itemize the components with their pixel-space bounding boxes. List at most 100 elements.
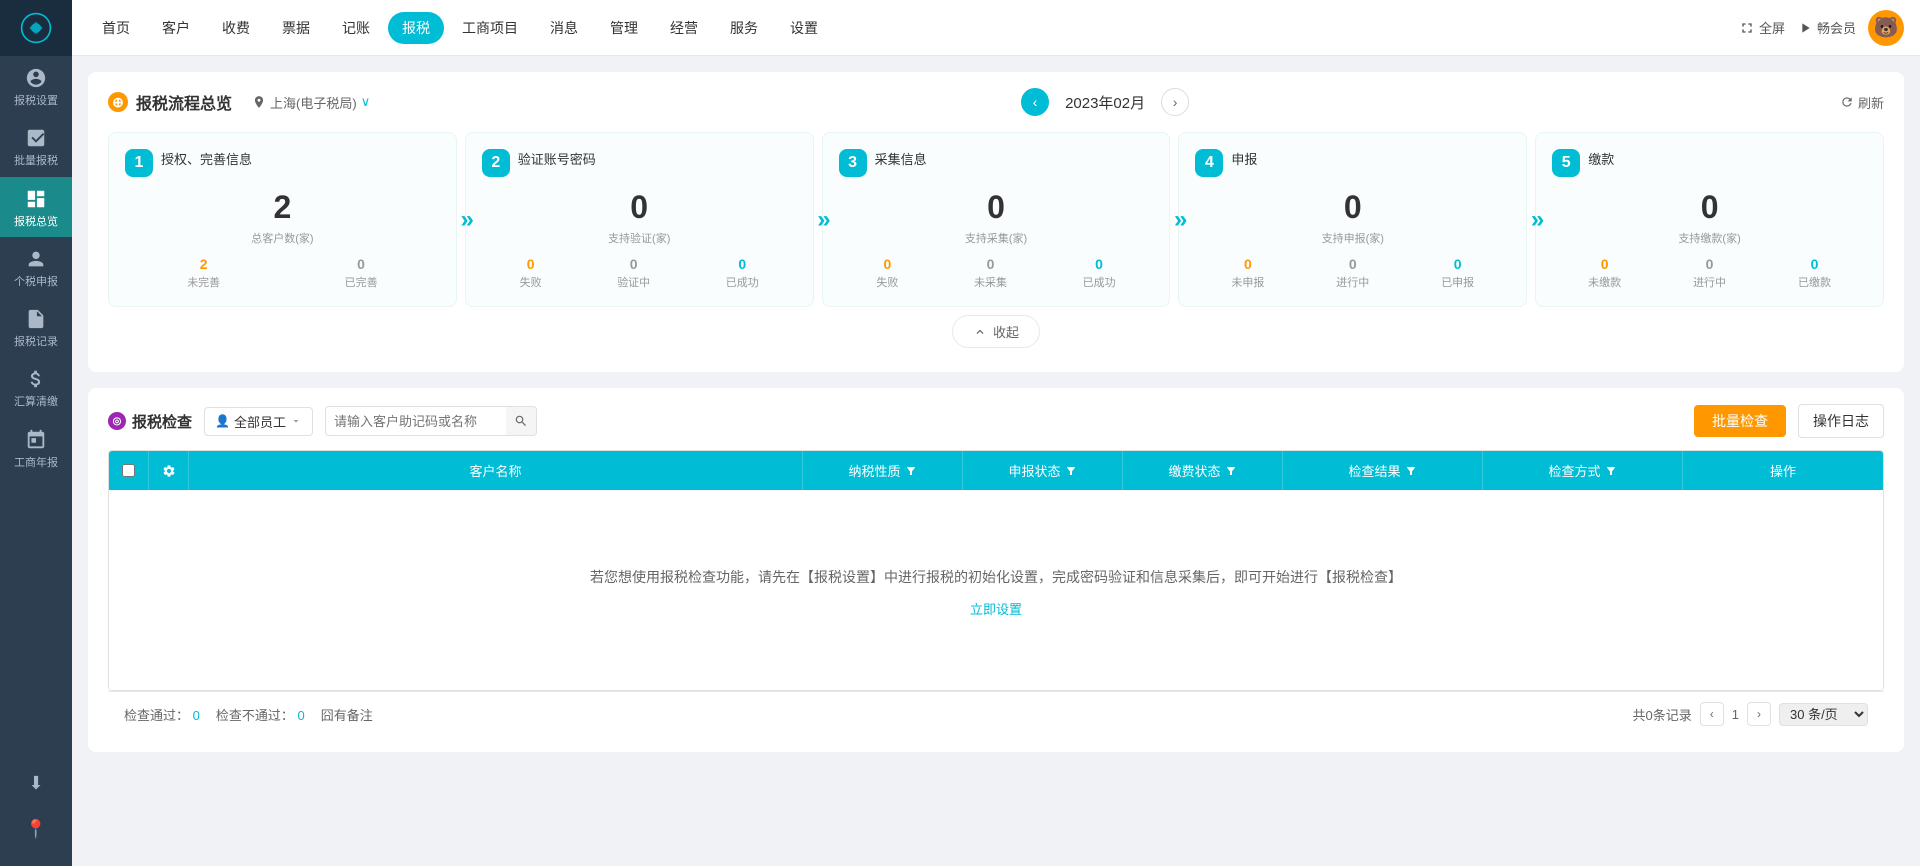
step-num-1: 1 xyxy=(125,149,153,177)
batch-tax-icon xyxy=(24,126,48,150)
step-stat: 0 已缴款 xyxy=(1798,256,1831,290)
first-page-btn[interactable]: ‹ xyxy=(1700,702,1724,726)
step-label-4: 申报 xyxy=(1231,149,1257,168)
step-arrow-1: » xyxy=(460,206,473,234)
flow-step-2: 2 验证账号密码 0 支持验证(家) 0 失败 0 验证中 xyxy=(465,132,814,307)
nav-shezhi[interactable]: 设置 xyxy=(776,12,832,44)
page-size-select[interactable]: 30 条/页 50 条/页 100 条/页 xyxy=(1779,703,1868,726)
step-stats-1: 2 未完善 0 已完善 xyxy=(125,256,440,290)
fail-label: 检查不通过： 0 xyxy=(216,705,305,724)
refresh-btn[interactable]: 刷新 xyxy=(1840,93,1884,112)
step-main-num-3: 0 xyxy=(839,189,1154,226)
nav-kehu[interactable]: 客户 xyxy=(148,12,204,44)
next-page-btn[interactable]: › xyxy=(1747,702,1771,726)
sidebar-bottom: ⬇ 📍 xyxy=(0,762,72,866)
select-all-checkbox[interactable] xyxy=(122,464,135,477)
flow-step-4: 4 申报 0 支持申报(家) 0 未申报 0 进行中 xyxy=(1178,132,1527,307)
nav-items: 首页 客户 收费 票据 记账 报税 工商项目 消息 管理 经营 服务 设置 xyxy=(88,12,1739,44)
sidebar-label: 报税总览 xyxy=(14,215,58,229)
step-stat: 2 未完善 xyxy=(187,256,220,290)
table-body-empty: 若您想使用报税检查功能，请先在【报税设置】中进行报税的初始化设置，完成密码验证和… xyxy=(109,490,1883,690)
collapse-btn[interactable]: 收起 xyxy=(952,315,1040,348)
pass-label: 检查通过： 0 xyxy=(124,705,200,724)
step-stat: 0 已申报 xyxy=(1441,256,1474,290)
step-label-2: 验证账号密码 xyxy=(518,149,596,168)
nav-piaoju[interactable]: 票据 xyxy=(268,12,324,44)
sidebar-location[interactable]: 📍 xyxy=(0,808,72,850)
nav-shouye[interactable]: 首页 xyxy=(88,12,144,44)
overview-card: ⊕ 报税流程总览 上海(电子税局) ∨ ‹ 2023年02月 › xyxy=(88,72,1904,372)
step-stat: 0 已成功 xyxy=(1083,256,1116,290)
overview-nav: ‹ 2023年02月 › xyxy=(1021,88,1189,116)
empty-message: 若您想使用报税检查功能，请先在【报税设置】中进行报税的初始化设置，完成密码验证和… xyxy=(590,563,1402,591)
step-label-1: 授权、完善信息 xyxy=(161,149,252,168)
nav-jijhang[interactable]: 记账 xyxy=(328,12,384,44)
sidebar-item-geren-shenbao[interactable]: 个税申报 xyxy=(0,237,72,297)
th-tax-nature: 纳税性质 xyxy=(803,451,963,490)
next-month-btn[interactable]: › xyxy=(1161,88,1189,116)
step-stat: 0 已完善 xyxy=(345,256,378,290)
th-check-result: 检查结果 xyxy=(1283,451,1483,490)
app-logo[interactable] xyxy=(0,0,72,56)
sidebar-label: 个税申报 xyxy=(14,275,58,289)
user-avatar[interactable]: 🐻 xyxy=(1868,10,1904,46)
fail-count[interactable]: 0 xyxy=(298,708,305,723)
step-main-num-4: 0 xyxy=(1195,189,1510,226)
nav-jingying[interactable]: 经营 xyxy=(656,12,712,44)
table-header: 客户名称 纳税性质 申报状态 缴费状态 检查结果 xyxy=(109,451,1883,490)
sidebar-item-baoshui-jilu[interactable]: 报税记录 xyxy=(0,297,72,357)
sidebar-download[interactable]: ⬇ xyxy=(0,762,72,804)
overview-title: ⊕ 报税流程总览 xyxy=(108,90,232,114)
sidebar-item-baoshui-shezhi[interactable]: 报税设置 xyxy=(0,56,72,116)
nav-fuwu[interactable]: 服务 xyxy=(716,12,772,44)
th-operation: 操作 xyxy=(1683,451,1883,490)
sidebar-label: 工商年报 xyxy=(14,456,58,470)
settlement-icon xyxy=(24,367,48,391)
batch-check-button[interactable]: 批量检查 xyxy=(1694,405,1786,437)
th-checkbox xyxy=(109,451,149,490)
step-arrow-3: » xyxy=(1174,206,1187,234)
current-page: 1 xyxy=(1732,707,1739,722)
step-stats-3: 0 失败 0 未采集 0 已成功 xyxy=(839,256,1154,290)
empty-content: 若您想使用报税检查功能，请先在【报税设置】中进行报税的初始化设置，完成密码验证和… xyxy=(590,563,1402,618)
staff-filter-btn[interactable]: 👤 全部员工 xyxy=(204,407,313,436)
step-stat: 0 未缴款 xyxy=(1588,256,1621,290)
step-stat: 0 未采集 xyxy=(974,256,1007,290)
sidebar-label: 汇算清缴 xyxy=(14,395,58,409)
setup-link[interactable]: 立即设置 xyxy=(970,602,1022,617)
nav-guanli[interactable]: 管理 xyxy=(596,12,652,44)
step-sub-1: 总客户数(家) xyxy=(125,230,440,246)
sidebar-item-piliang-baoshui[interactable]: 批量报税 xyxy=(0,116,72,176)
step-arrow-4: » xyxy=(1531,206,1544,234)
log-button[interactable]: 操作日志 xyxy=(1798,404,1884,438)
flow-step-5: 5 缴款 0 支持缴款(家) 0 未缴款 0 进行中 xyxy=(1535,132,1884,307)
step-main-num-5: 0 xyxy=(1552,189,1867,226)
step-label-5: 缴款 xyxy=(1588,149,1614,168)
total-records: 共0条记录 xyxy=(1633,705,1692,724)
step-stats-2: 0 失败 0 验证中 0 已成功 xyxy=(482,256,797,290)
member-btn[interactable]: 畅会员 xyxy=(1797,18,1856,37)
nav-gongshang[interactable]: 工商项目 xyxy=(448,12,532,44)
note-label: 囧有备注 xyxy=(321,705,373,724)
sidebar-item-huisuan-qingjiao[interactable]: 汇算清缴 xyxy=(0,357,72,417)
step-stat: 0 失败 xyxy=(520,256,542,290)
nav-xiaoxi[interactable]: 消息 xyxy=(536,12,592,44)
fullscreen-btn[interactable]: 全屏 xyxy=(1739,18,1785,37)
overview-header: ⊕ 报税流程总览 上海(电子税局) ∨ ‹ 2023年02月 › xyxy=(108,88,1884,116)
month-display: 2023年02月 xyxy=(1065,92,1145,113)
th-check-method: 检查方式 xyxy=(1483,451,1683,490)
pass-count[interactable]: 0 xyxy=(193,708,200,723)
search-input[interactable] xyxy=(326,414,506,429)
overview-location[interactable]: 上海(电子税局) ∨ xyxy=(252,93,370,112)
prev-month-btn[interactable]: ‹ xyxy=(1021,88,1049,116)
step-num-4: 4 xyxy=(1195,149,1223,177)
search-button[interactable] xyxy=(506,406,536,436)
nav-baoshui[interactable]: 报税 xyxy=(388,12,444,44)
nav-shoufei[interactable]: 收费 xyxy=(208,12,264,44)
step-stat: 0 未申报 xyxy=(1231,256,1264,290)
sidebar-item-gongshang-nianbao[interactable]: 工商年报 xyxy=(0,418,72,478)
location-icon: 📍 xyxy=(24,818,48,842)
step-main-num-2: 0 xyxy=(482,189,797,226)
sidebar-item-baoshui-zonglan[interactable]: 报税总览 xyxy=(0,177,72,237)
th-settings xyxy=(149,451,189,490)
